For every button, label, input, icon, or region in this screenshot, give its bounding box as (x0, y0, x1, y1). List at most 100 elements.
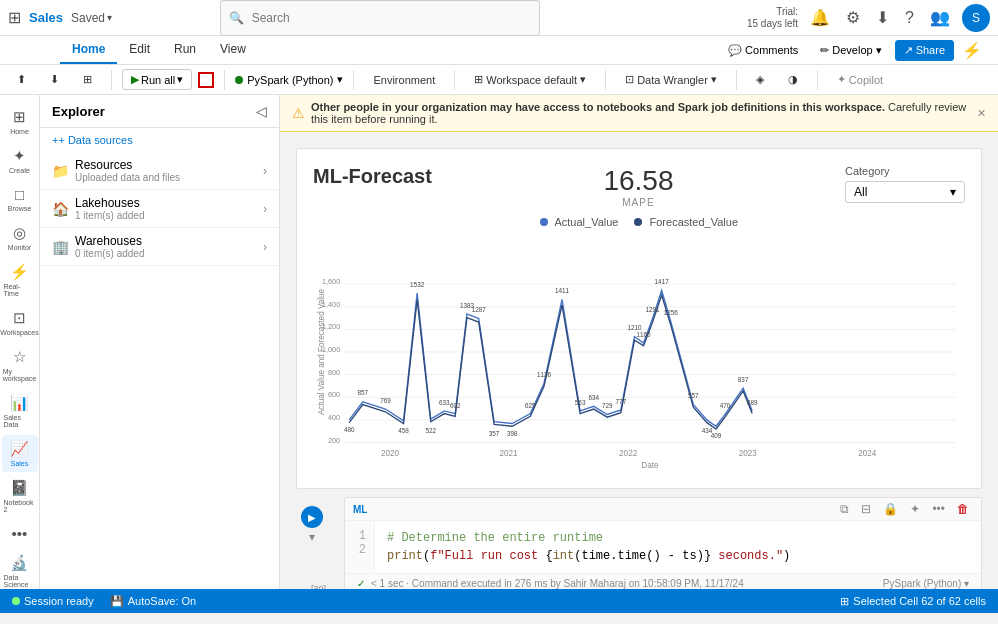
tab-run[interactable]: Run (162, 36, 208, 64)
cell-move-down-button[interactable]: ▾ (309, 530, 315, 544)
tab-edit[interactable]: Edit (117, 36, 162, 64)
code-lines[interactable]: # Determine the entire runtime print(f"F… (375, 521, 981, 573)
extra-options-icon[interactable]: ⚡ (958, 39, 986, 62)
variables-button[interactable]: ⊞ (74, 69, 101, 90)
nav-home[interactable]: ⊞ Home (2, 103, 38, 140)
close-warning-button[interactable]: ✕ (977, 107, 986, 120)
transform-button[interactable]: ⬆ (8, 69, 35, 90)
svg-text:522: 522 (425, 428, 436, 435)
split-cell-button[interactable]: ⊟ (857, 500, 875, 518)
nav-realtime[interactable]: ⚡ Real-Time (2, 258, 38, 302)
tab-home[interactable]: Home (60, 36, 117, 64)
delete-cell-button[interactable]: 🗑 (953, 500, 973, 518)
develop-button[interactable]: ✏ Develop ▾ (811, 40, 890, 61)
svg-text:Date: Date (641, 461, 659, 470)
explorer-header: Explorer ◁ (40, 95, 279, 128)
svg-text:470: 470 (720, 402, 731, 409)
wrangler-icon: ⊡ (625, 73, 634, 86)
lakehouse-icon: 🏠 (52, 201, 69, 217)
grid-icon[interactable]: ⊞ (8, 8, 21, 27)
chevron-down-icon[interactable]: ▾ (580, 73, 586, 86)
resources-sub: Uploaded data and files (75, 172, 257, 183)
category-dropdown[interactable]: All ▾ (845, 181, 965, 203)
svg-text:777: 777 (616, 398, 627, 405)
data-science-icon: 🔬 (10, 554, 29, 572)
azure-icon: ◑ (788, 73, 798, 86)
run-all-button[interactable]: ▶ Run all ▾ (122, 69, 192, 90)
nav-workspaces[interactable]: ⊡ Workspaces (2, 304, 38, 341)
chevron-right-icon: › (263, 164, 267, 178)
search-box[interactable]: 🔍 (220, 0, 540, 36)
svg-text:409: 409 (711, 432, 722, 439)
download-icon[interactable]: ⬇ (872, 6, 893, 29)
copy-cell-button[interactable]: ⧉ (836, 500, 853, 518)
settings-icon[interactable]: ⚙ (842, 6, 864, 29)
svg-text:2024: 2024 (858, 449, 877, 458)
nav-notebook2[interactable]: 📓 Notebook 2 (2, 474, 38, 518)
svg-text:563: 563 (575, 399, 586, 406)
nav-more[interactable]: ••• (2, 520, 38, 547)
vscode-button[interactable]: ◈ (747, 69, 773, 90)
environment-button[interactable]: Environment (364, 70, 444, 90)
search-input[interactable] (252, 11, 531, 25)
nav-browse[interactable]: □ Browse (2, 181, 38, 217)
autosave-text: AutoSave: On (128, 595, 197, 607)
chevron-down-icon[interactable]: ▾ (711, 73, 717, 86)
main-layout: ⊞ Home ✦ Create □ Browse ◎ Monitor ⚡ Rea… (0, 95, 998, 589)
session-status-text: Session ready (24, 595, 94, 607)
people-icon[interactable]: 👥 (926, 6, 954, 29)
chevron-down-icon[interactable]: ▾ (107, 12, 112, 23)
nav-sales-data[interactable]: 📊 Sales Data (2, 389, 38, 433)
magic-cell-button[interactable]: ✦ (906, 500, 924, 518)
explorer-warehouses[interactable]: 🏢 Warehouses 0 item(s) added › (40, 228, 279, 266)
search-icon: 🔍 (229, 11, 244, 25)
data-wrangler-button[interactable]: ⊡ Data Wrangler ▾ (616, 69, 726, 90)
workspace-icon: ⊞ (474, 73, 483, 86)
trial-info: Trial: 15 days left (747, 6, 798, 30)
session-indicator: PySpark (Python) ▾ (235, 73, 343, 86)
nav-create[interactable]: ✦ Create (2, 142, 38, 179)
chevron-icon[interactable]: ▾ (337, 73, 343, 86)
share-button[interactable]: ↗ Share (895, 40, 954, 61)
create-icon: ✦ (13, 147, 26, 165)
cell-controls: ▶ ▾ (301, 498, 323, 544)
chart-visualization: Actual Value and Forecasted Value 200 40… (313, 232, 965, 472)
help-icon[interactable]: ? (901, 7, 918, 29)
chart-header: ML-Forecast 16.58 MAPE Category All ▾ (313, 165, 965, 208)
divider-3 (353, 70, 354, 90)
add-data-sources-button[interactable]: + + Data sources (40, 128, 279, 152)
explorer-resources[interactable]: 📁 Resources Uploaded data and files › (40, 152, 279, 190)
lock-cell-button[interactable]: 🔒 (879, 500, 902, 518)
svg-text:634: 634 (588, 394, 599, 401)
mape-label: MAPE (603, 197, 673, 208)
code-cell: ▶ ▾ ML ⧉ ⊟ 🔒 ✦ ••• 🗑 [30] (344, 497, 982, 589)
bell-icon[interactable]: 🔔 (806, 6, 834, 29)
run-cell-button[interactable]: ▶ (301, 506, 323, 528)
chevron-icon[interactable]: ▾ (964, 578, 969, 589)
azure-button[interactable]: ◑ (779, 69, 807, 90)
nav-my-workspace[interactable]: ☆ My workspace (2, 343, 38, 387)
nav-sales[interactable]: 📈 Sales (2, 435, 38, 472)
chart-cell: ML-Forecast 16.58 MAPE Category All ▾ (296, 148, 982, 489)
workspace-button[interactable]: ⊞ Workspace default ▾ (465, 69, 595, 90)
chevron-down-icon: ▾ (876, 44, 882, 57)
sales-data-icon: 📊 (10, 394, 29, 412)
legend-forecasted: Forecasted_Value (634, 216, 738, 228)
collapse-explorer-button[interactable]: ◁ (256, 103, 267, 119)
more-options-button[interactable]: ••• (928, 500, 949, 518)
avatar[interactable]: S (962, 4, 990, 32)
stop-button[interactable] (198, 72, 214, 88)
nav-monitor[interactable]: ◎ Monitor (2, 219, 38, 256)
tab-view[interactable]: View (208, 36, 258, 64)
nav-data-science[interactable]: 🔬 Data Science (2, 549, 38, 593)
svg-text:729: 729 (602, 402, 613, 409)
title-bar: ⊞ Sales Saved ▾ 🔍 Trial: 15 days left 🔔 … (0, 0, 998, 36)
download-data-button[interactable]: ⬇ (41, 69, 68, 90)
explorer-lakehouses[interactable]: 🏠 Lakehouses 1 item(s) added › (40, 190, 279, 228)
divider-1 (111, 70, 112, 90)
comments-button[interactable]: 💬 Comments (719, 40, 807, 61)
copilot-button[interactable]: ✦ Copilot (828, 69, 892, 90)
chart-legend: Actual_Value Forecasted_Value (313, 216, 965, 228)
execution-number: [30] (311, 584, 326, 589)
ribbon: Home Edit Run View 💬 Comments ✏ Develop … (0, 36, 998, 65)
